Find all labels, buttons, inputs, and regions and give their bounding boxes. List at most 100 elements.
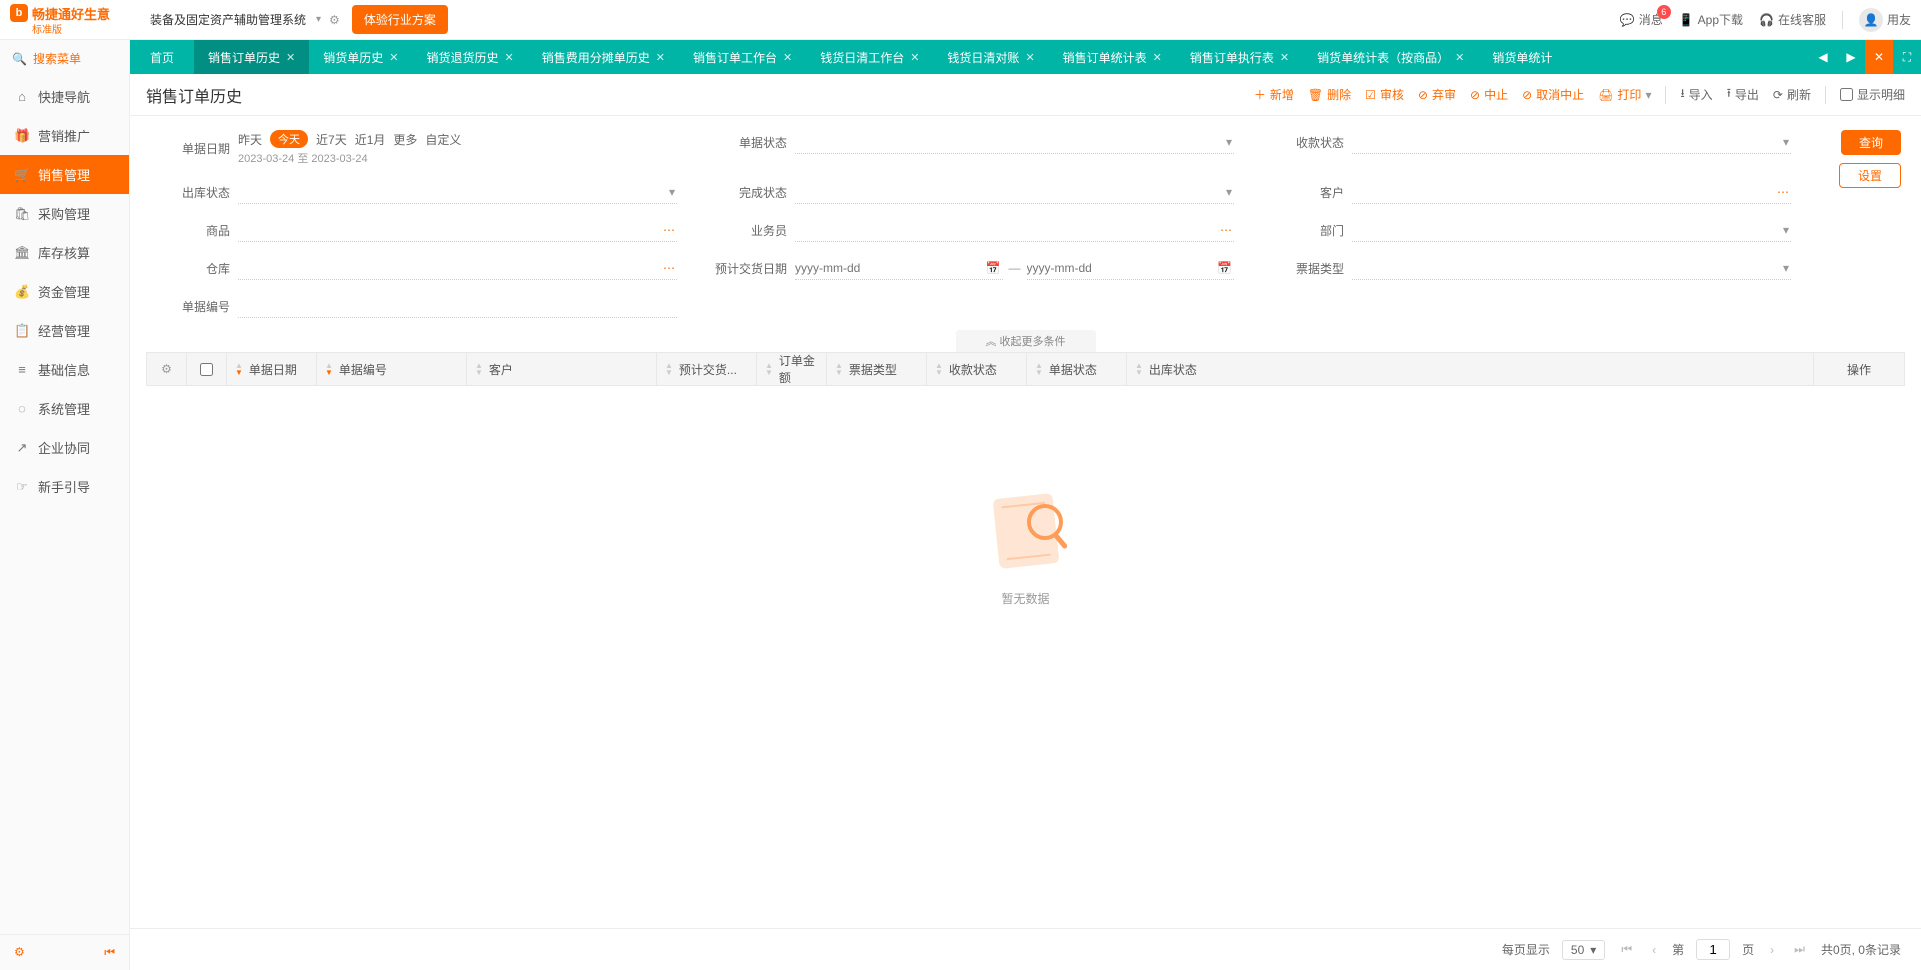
show-detail-checkbox[interactable] [1840, 88, 1853, 101]
close-icon[interactable]: ✕ [286, 51, 295, 64]
est-date-from[interactable]: 📅 [795, 256, 1003, 280]
support-button[interactable]: 🎧 在线客服 [1759, 11, 1826, 28]
shortcut-today[interactable]: 今天 [270, 130, 308, 148]
shortcut-custom[interactable]: 自定义 [425, 131, 461, 148]
abandon-button[interactable]: ⊘弃审 [1418, 86, 1456, 103]
doc-code-input[interactable] [238, 299, 677, 313]
out-status-select[interactable]: ▾ [238, 180, 677, 204]
sidebar-item-guide[interactable]: ☞新手引导 [0, 467, 129, 506]
settings-button[interactable]: 设置 [1839, 163, 1901, 188]
sidebar-item-purchase[interactable]: 🛍采购管理 [0, 194, 129, 233]
receipt-status-select[interactable]: ▾ [1352, 130, 1791, 154]
shortcut-7d[interactable]: 近7天 [316, 131, 347, 148]
sidebar-item-funds[interactable]: 💰资金管理 [0, 272, 129, 311]
fullscreen-icon[interactable]: ⛶ [1893, 40, 1921, 74]
next-page-button[interactable]: › [1766, 943, 1778, 957]
ticket-type-select[interactable]: ▾ [1352, 256, 1791, 280]
tab-sales-invoice-stats-overflow[interactable]: 销货单统计 [1478, 40, 1566, 74]
suspend-button[interactable]: ⊘中止 [1470, 86, 1508, 103]
finish-status-select[interactable]: ▾ [795, 180, 1234, 204]
tabs-scroll-left[interactable]: ◀ [1809, 40, 1837, 74]
close-icon[interactable]: ✕ [910, 51, 919, 64]
prev-page-button[interactable]: ‹ [1648, 943, 1660, 957]
app-download-button[interactable]: 📱 App下载 [1679, 11, 1743, 28]
sidebar-item-collab[interactable]: ↗企业协同 [0, 428, 129, 467]
select-all[interactable] [187, 353, 227, 385]
tab-sales-order-history[interactable]: 销售订单历史✕ [194, 40, 309, 74]
first-page-button[interactable]: ⏮ [1617, 942, 1636, 957]
shortcut-1m[interactable]: 近1月 [355, 131, 386, 148]
close-icon[interactable]: ✕ [1280, 51, 1289, 64]
sidebar-item-sales[interactable]: 🛒销售管理 [0, 155, 129, 194]
sidebar-item-marketing[interactable]: 🎁营销推广 [0, 116, 129, 155]
est-date-to[interactable]: 📅 [1027, 256, 1235, 280]
query-button[interactable]: 查询 [1841, 130, 1901, 155]
close-icon[interactable]: ✕ [656, 51, 665, 64]
last-page-button[interactable]: ⏭ [1790, 942, 1809, 957]
close-icon[interactable]: ✕ [1455, 51, 1464, 64]
tab-sales-invoice-history[interactable]: 销货单历史✕ [309, 40, 412, 74]
collapse-filters-button[interactable]: ︽ 收起更多条件 [956, 330, 1096, 352]
select-all-checkbox[interactable] [200, 363, 213, 376]
close-icon[interactable]: ✕ [389, 51, 398, 64]
salesman-picker[interactable]: ⋯ [795, 218, 1234, 242]
per-page-select[interactable]: 50▾ [1562, 940, 1605, 960]
sidebar-item-quicknav[interactable]: ⌂快捷导航 [0, 77, 129, 116]
export-button[interactable]: ⭱导出 [1727, 84, 1759, 105]
col-customer[interactable]: ▲▼客户 [467, 353, 657, 385]
tab-sales-cost-history[interactable]: 销售费用分摊单历史✕ [528, 40, 679, 74]
col-code[interactable]: ▲▼单据编号 [317, 353, 467, 385]
print-button[interactable]: 🖨打印▾ [1598, 86, 1651, 103]
col-out-status[interactable]: ▲▼出库状态 [1127, 353, 1814, 385]
add-button[interactable]: ＋新增 [1254, 86, 1294, 103]
user-menu[interactable]: 👤 用友 [1859, 8, 1911, 32]
gear-icon[interactable]: ⚙ [329, 13, 340, 27]
col-est-date[interactable]: ▲▼预计交货... [657, 353, 757, 385]
audit-button[interactable]: ☑审核 [1365, 86, 1404, 103]
messages-button[interactable]: 💬 消息 6 [1620, 11, 1663, 28]
column-settings[interactable]: ⚙ [147, 353, 187, 385]
delete-button[interactable]: 🗑删除 [1308, 86, 1351, 103]
tab-daily-clear-recon[interactable]: 钱货日清对账✕ [933, 40, 1048, 74]
col-doc-status[interactable]: ▲▼单据状态 [1027, 353, 1127, 385]
tab-sales-order-workbench[interactable]: 销售订单工作台✕ [679, 40, 806, 74]
doc-code-input-wrap[interactable] [238, 294, 677, 318]
close-icon[interactable]: ✕ [505, 51, 514, 64]
close-icon[interactable]: ✕ [783, 51, 792, 64]
system-selector[interactable]: 装备及固定资产辅助管理系统 ▾ [150, 11, 321, 28]
col-receipt-status[interactable]: ▲▼收款状态 [927, 353, 1027, 385]
shortcut-more[interactable]: 更多 [393, 131, 417, 148]
import-button[interactable]: ⭳导入 [1680, 84, 1712, 105]
sidebar-item-basic[interactable]: ≡基础信息 [0, 350, 129, 389]
tab-sales-invoice-stats-goods[interactable]: 销货单统计表（按商品）✕ [1303, 40, 1478, 74]
sidebar-item-system[interactable]: ◌系统管理 [0, 389, 129, 428]
sidebar-item-inventory[interactable]: 🏛库存核算 [0, 233, 129, 272]
sidebar-search[interactable]: 🔍 搜索菜单 [0, 40, 129, 77]
warehouse-picker[interactable]: ⋯ [238, 256, 677, 280]
close-icon[interactable]: ✕ [1153, 51, 1162, 64]
page-input[interactable] [1696, 939, 1730, 960]
est-date-from-input[interactable] [795, 261, 1003, 275]
tab-sales-return-history[interactable]: 销货退货历史✕ [412, 40, 527, 74]
unsuspend-button[interactable]: ⊘取消中止 [1522, 86, 1584, 103]
doc-status-select[interactable]: ▾ [795, 130, 1234, 154]
sidebar-item-ops[interactable]: 📋经营管理 [0, 311, 129, 350]
tabs-close-all[interactable]: ✕ [1865, 40, 1893, 74]
industry-button[interactable]: 体验行业方案 [352, 5, 448, 34]
col-date[interactable]: ▲▼单据日期 [227, 353, 317, 385]
col-ticket-type[interactable]: ▲▼票据类型 [827, 353, 927, 385]
dept-select[interactable]: ▾ [1352, 218, 1791, 242]
tab-sales-order-stats[interactable]: 销售订单统计表✕ [1049, 40, 1176, 74]
refresh-button[interactable]: ⟳刷新 [1773, 86, 1811, 103]
tab-sales-order-exec[interactable]: 销售订单执行表✕ [1176, 40, 1303, 74]
show-detail-toggle[interactable]: 显示明细 [1840, 86, 1905, 103]
shortcut-yesterday[interactable]: 昨天 [238, 131, 262, 148]
collapse-sidebar-icon[interactable]: ⏮ [104, 945, 115, 960]
goods-picker[interactable]: ⋯ [238, 218, 677, 242]
settings-icon[interactable]: ⚙ [14, 945, 25, 960]
tab-home[interactable]: 首页 [130, 40, 194, 74]
tab-daily-clear-workbench[interactable]: 钱货日清工作台✕ [806, 40, 933, 74]
col-amount[interactable]: ▲▼订单金额 [757, 353, 827, 385]
tabs-scroll-right[interactable]: ▶ [1837, 40, 1865, 74]
customer-picker[interactable]: ⋯ [1352, 180, 1791, 204]
